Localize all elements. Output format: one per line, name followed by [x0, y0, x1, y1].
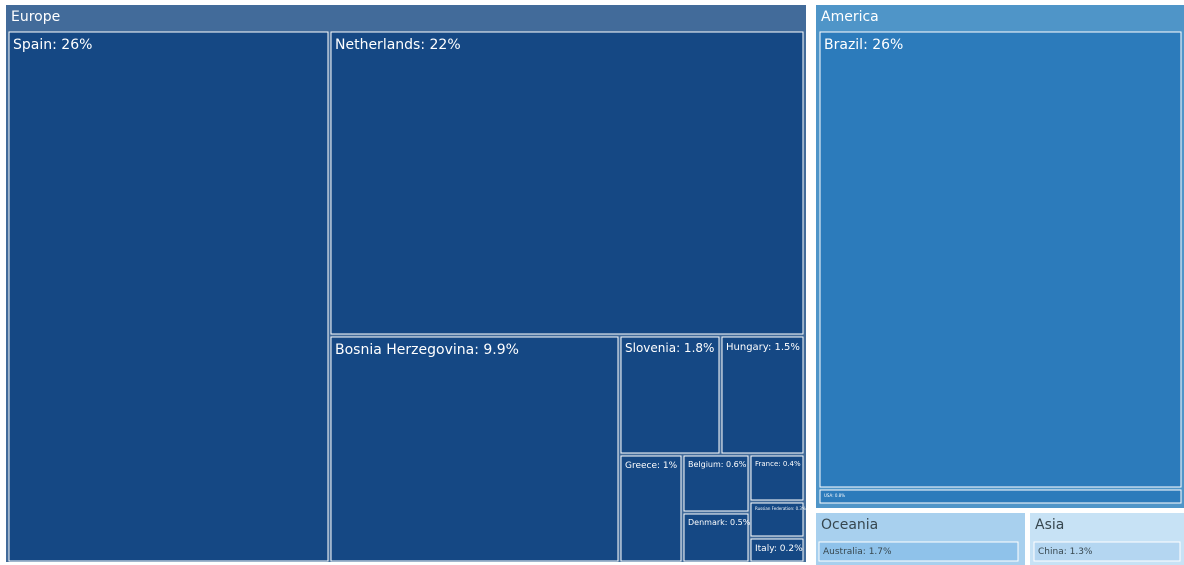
group-label-oceania: Oceania: [821, 517, 878, 533]
tile-label-australia: Australia: 1.7%: [823, 547, 892, 557]
tile-label-bosnia-herzegovina: Bosnia Herzegovina: 9.9%: [335, 342, 519, 358]
tile-netherlands: [330, 31, 804, 335]
group-label-asia: Asia: [1035, 517, 1064, 533]
group-label-europe: Europe: [11, 9, 60, 25]
tile-label-netherlands: Netherlands: 22%: [335, 37, 461, 53]
tile-label-spain: Spain: 26%: [13, 37, 92, 53]
tile-brazil: [819, 31, 1182, 488]
tile-hungary: [721, 336, 804, 454]
tile-label-brazil: Brazil: 26%: [824, 37, 903, 53]
tile-usa: [819, 489, 1182, 504]
tile-spain: [8, 31, 329, 562]
tile-label-usa: USA: 0.8%: [824, 493, 845, 498]
tile-label-denmark: Denmark: 0.5%: [688, 518, 751, 527]
tile-label-france: France: 0.4%: [755, 460, 801, 468]
tile-label-slovenia: Slovenia: 1.8%: [625, 341, 714, 355]
group-label-america: America: [821, 9, 879, 25]
tile-label-hungary: Hungary: 1.5%: [726, 342, 800, 353]
tile-label-greece: Greece: 1%: [625, 461, 678, 471]
tile-label-china: China: 1.3%: [1038, 547, 1093, 557]
tile-label-russian-federation: Russian Federation: 0.3%: [755, 506, 806, 511]
tile-label-italy: Italy: 0.2%: [755, 544, 803, 554]
tile-greece: [620, 455, 682, 562]
tile-label-belgium: Belgium: 0.6%: [688, 460, 747, 469]
treemap-chart: Europe Spain: 26% Netherlands: 22% Bosnia H…: [6, 5, 1184, 565]
tile-bosnia-herzegovina: [330, 336, 619, 562]
